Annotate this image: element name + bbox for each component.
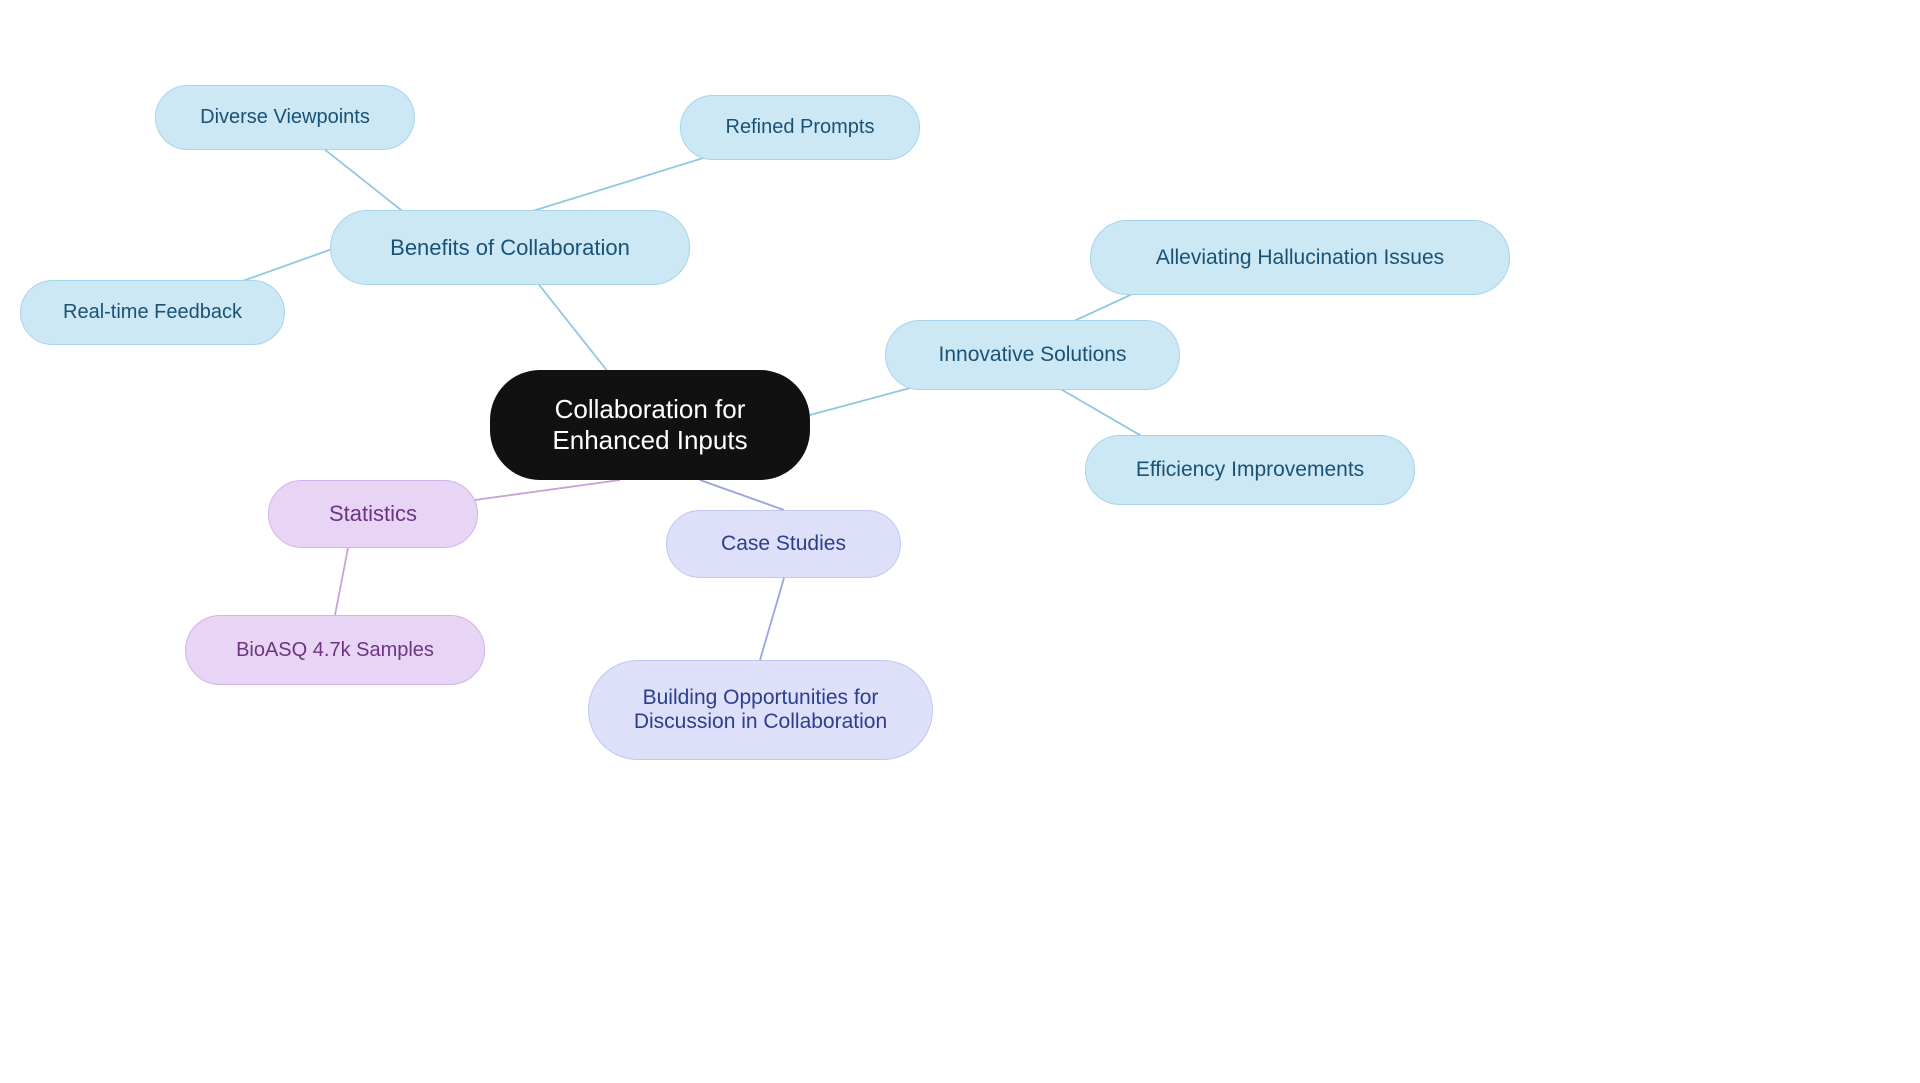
realtime-feedback-node: Real-time Feedback <box>20 280 285 345</box>
alleviating-label: Alleviating Hallucination Issues <box>1156 246 1444 270</box>
refined-prompts-label: Refined Prompts <box>726 116 875 139</box>
innovative-solutions-node: Innovative Solutions <box>885 320 1180 390</box>
building-opps-label: Building Opportunities for Discussion in… <box>617 686 904 734</box>
case-studies-label: Case Studies <box>721 532 846 556</box>
alleviating-node: Alleviating Hallucination Issues <box>1090 220 1510 295</box>
diverse-viewpoints-label: Diverse Viewpoints <box>200 106 370 129</box>
efficiency-label: Efficiency Improvements <box>1136 458 1364 482</box>
building-opps-node: Building Opportunities for Discussion in… <box>588 660 933 760</box>
innovative-solutions-label: Innovative Solutions <box>939 343 1127 367</box>
center-node: Collaboration for Enhanced Inputs <box>490 370 810 480</box>
statistics-node: Statistics <box>268 480 478 548</box>
refined-prompts-node: Refined Prompts <box>680 95 920 160</box>
benefits-node-label: Benefits of Collaboration <box>390 235 630 261</box>
realtime-feedback-label: Real-time Feedback <box>63 301 242 324</box>
efficiency-node: Efficiency Improvements <box>1085 435 1415 505</box>
bioasq-node: BioASQ 4.7k Samples <box>185 615 485 685</box>
case-studies-node: Case Studies <box>666 510 901 578</box>
center-node-label: Collaboration for Enhanced Inputs <box>518 394 782 456</box>
bioasq-label: BioASQ 4.7k Samples <box>236 639 434 662</box>
statistics-label: Statistics <box>329 501 417 527</box>
diverse-viewpoints-node: Diverse Viewpoints <box>155 85 415 150</box>
benefits-node: Benefits of Collaboration <box>330 210 690 285</box>
